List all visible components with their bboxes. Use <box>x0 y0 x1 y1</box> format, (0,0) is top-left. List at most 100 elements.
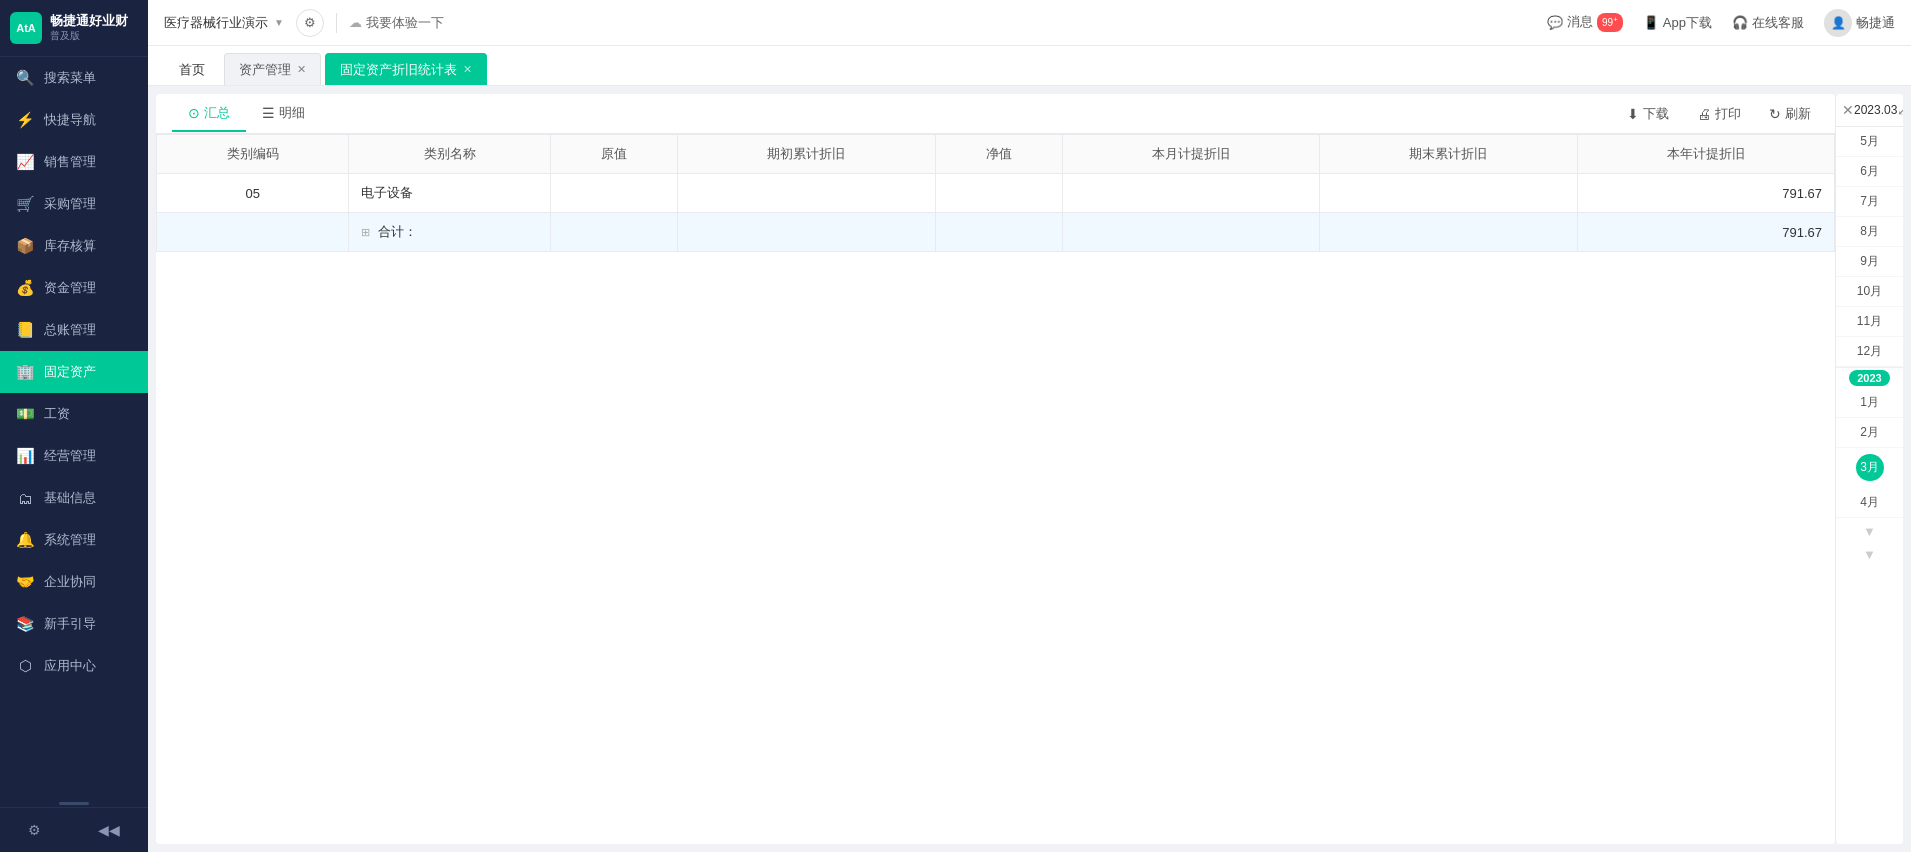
sidebar-item-basic-info[interactable]: 🗂 基础信息 <box>0 477 148 519</box>
sidebar-item-quick-nav[interactable]: ⚡ 快捷导航 <box>0 99 148 141</box>
sidebar-label-ledger: 总账管理 <box>44 321 96 339</box>
subtotal-net <box>935 213 1062 252</box>
notifications-badge: 99+ <box>1597 13 1623 31</box>
sidebar-item-inventory[interactable]: 📦 库存核算 <box>0 225 148 267</box>
download-button[interactable]: ⬇ 下载 <box>1619 101 1677 127</box>
sidebar-item-purchase[interactable]: 🛒 采购管理 <box>0 183 148 225</box>
sidebar-item-payroll[interactable]: 💵 工资 <box>0 393 148 435</box>
date-month-5[interactable]: 5月 <box>1836 127 1903 157</box>
customer-service-button[interactable]: 🎧 在线客服 <box>1732 14 1804 32</box>
experience-label: 我要体验一下 <box>366 14 444 32</box>
scroll-down-indicator-2: ▼ <box>1836 545 1903 564</box>
subtotal-row: ⊞ 合计： 791.67 <box>157 213 1835 252</box>
sidebar-item-ledger[interactable]: 📒 总账管理 <box>0 309 148 351</box>
sidebar-item-finance[interactable]: 💰 资金管理 <box>0 267 148 309</box>
tabbar: 首页 资产管理 ✕ 固定资产折旧统计表 ✕ <box>148 46 1911 86</box>
sidebar-label-operations: 经营管理 <box>44 447 96 465</box>
date-panel-expand-button[interactable]: ⤢ <box>1897 102 1903 118</box>
sidebar-settings-button[interactable]: ⚙ <box>22 816 47 844</box>
date-panel-close-button[interactable]: ✕ <box>1842 102 1854 118</box>
subtab-detail[interactable]: ☰ 明细 <box>246 96 321 132</box>
subtab-summary-label: 汇总 <box>204 104 230 122</box>
settings-icon: ⚙ <box>304 15 316 30</box>
tab-depreciation-report-close[interactable]: ✕ <box>463 63 472 76</box>
date-month-9[interactable]: 9月 <box>1836 247 1903 277</box>
subtotal-annual-depr: 791.67 <box>1577 213 1834 252</box>
basic-info-icon: 🗂 <box>16 490 34 507</box>
tab-home[interactable]: 首页 <box>164 53 220 85</box>
sidebar-item-guide[interactable]: 📚 新手引导 <box>0 603 148 645</box>
refresh-icon: ↻ <box>1769 106 1781 122</box>
user-menu[interactable]: 👤 畅捷通 <box>1824 9 1895 37</box>
date-panel: ✕ 2023.03 ⤢ 5月 6月 7月 8月 9月 10月 11月 12月 <box>1835 94 1903 844</box>
sidebar-item-enterprise[interactable]: 🤝 企业协同 <box>0 561 148 603</box>
toolbar: ⬇ 下载 🖨 打印 ↻ 刷新 <box>1619 101 1819 127</box>
sidebar-item-sales[interactable]: 📈 销售管理 <box>0 141 148 183</box>
date-month-12[interactable]: 12月 <box>1836 337 1903 367</box>
search-icon: 🔍 <box>16 69 34 87</box>
finance-icon: 💰 <box>16 279 34 297</box>
cell-monthly-depr <box>1062 174 1319 213</box>
sidebar-nav: 🔍 搜索菜单 ⚡ 快捷导航 📈 销售管理 🛒 采购管理 📦 库存核算 💰 资金管… <box>0 57 148 799</box>
notifications-button[interactable]: 💬 消息 99+ <box>1547 13 1623 31</box>
detail-icon: ☰ <box>262 105 275 121</box>
date-year-2023: 2023 <box>1836 368 1903 388</box>
cell-code: 05 <box>157 174 349 213</box>
date-month-8[interactable]: 8月 <box>1836 217 1903 247</box>
date-month-2023-4[interactable]: 4月 <box>1836 488 1903 518</box>
sidebar-collapse-button[interactable]: ◀◀ <box>92 816 126 844</box>
table-row: 05 电子设备 791.67 <box>157 174 1835 213</box>
sidebar-label-enterprise: 企业协同 <box>44 573 96 591</box>
sidebar-label-fixed-assets: 固定资产 <box>44 363 96 381</box>
active-month-row: 3月 <box>1836 448 1903 488</box>
message-icon: 💬 <box>1547 15 1563 30</box>
date-month-10[interactable]: 10月 <box>1836 277 1903 307</box>
sales-icon: 📈 <box>16 153 34 171</box>
sidebar-item-operations[interactable]: 📊 经营管理 <box>0 435 148 477</box>
divider <box>336 13 337 33</box>
date-section-2023-upper: 5月 6月 7月 8月 9月 10月 11月 12月 <box>1836 127 1903 368</box>
app-edition: 普及版 <box>50 29 128 43</box>
ledger-icon: 📒 <box>16 321 34 339</box>
subtab-summary[interactable]: ⊙ 汇总 <box>172 96 246 132</box>
customer-service-label: 在线客服 <box>1752 14 1804 32</box>
system-icon: 🔔 <box>16 531 34 549</box>
col-initial-accum: 期初累计折旧 <box>678 135 935 174</box>
cell-annual-depr: 791.67 <box>1577 174 1834 213</box>
date-scroll[interactable]: 5月 6月 7月 8月 9月 10月 11月 12月 2023 1月 2月 <box>1836 127 1903 844</box>
tab-asset-management[interactable]: 资产管理 ✕ <box>224 53 321 85</box>
app-download-button[interactable]: 📱 App下载 <box>1643 14 1712 32</box>
sidebar-item-search[interactable]: 🔍 搜索菜单 <box>0 57 148 99</box>
tab-asset-management-close[interactable]: ✕ <box>297 63 306 76</box>
settings-button[interactable]: ⚙ <box>296 9 324 37</box>
sidebar-item-system[interactable]: 🔔 系统管理 <box>0 519 148 561</box>
date-month-2023-1[interactable]: 1月 <box>1836 388 1903 418</box>
date-month-7[interactable]: 7月 <box>1836 187 1903 217</box>
date-month-2023-2[interactable]: 2月 <box>1836 418 1903 448</box>
company-name: 医疗器械行业演示 <box>164 14 268 32</box>
notifications-label: 消息 <box>1567 13 1593 31</box>
cell-net <box>935 174 1062 213</box>
print-button[interactable]: 🖨 打印 <box>1689 101 1749 127</box>
refresh-button[interactable]: ↻ 刷新 <box>1761 101 1819 127</box>
app-name: 畅捷通好业财 <box>50 13 128 30</box>
experience-button[interactable]: ☁ 我要体验一下 <box>349 14 444 32</box>
app-download-label: App下载 <box>1663 14 1712 32</box>
date-panel-header: ✕ 2023.03 ⤢ <box>1836 94 1903 127</box>
company-selector[interactable]: 医疗器械行业演示 ▼ <box>164 14 284 32</box>
sidebar-label-finance: 资金管理 <box>44 279 96 297</box>
sidebar-label-quick-nav: 快捷导航 <box>44 111 96 129</box>
sidebar-item-app-center[interactable]: ⬡ 应用中心 <box>0 645 148 687</box>
date-month-2023-3[interactable]: 3月 <box>1856 454 1884 482</box>
date-month-6[interactable]: 6月 <box>1836 157 1903 187</box>
download-label: 下载 <box>1643 105 1669 123</box>
tab-depreciation-report[interactable]: 固定资产折旧统计表 ✕ <box>325 53 487 85</box>
refresh-label: 刷新 <box>1785 105 1811 123</box>
depreciation-table: 类别编码 类别名称 原值 期初累计折旧 净值 本月计提折旧 期末累计折旧 本年计… <box>156 134 1835 252</box>
sidebar-bottom: ⚙ ◀◀ <box>0 807 148 852</box>
cell-end-accum <box>1320 174 1577 213</box>
col-annual-depr: 本年计提折旧 <box>1577 135 1834 174</box>
date-month-11[interactable]: 11月 <box>1836 307 1903 337</box>
sidebar-label-guide: 新手引导 <box>44 615 96 633</box>
sidebar-item-fixed-assets[interactable]: 🏢 固定资产 <box>0 351 148 393</box>
